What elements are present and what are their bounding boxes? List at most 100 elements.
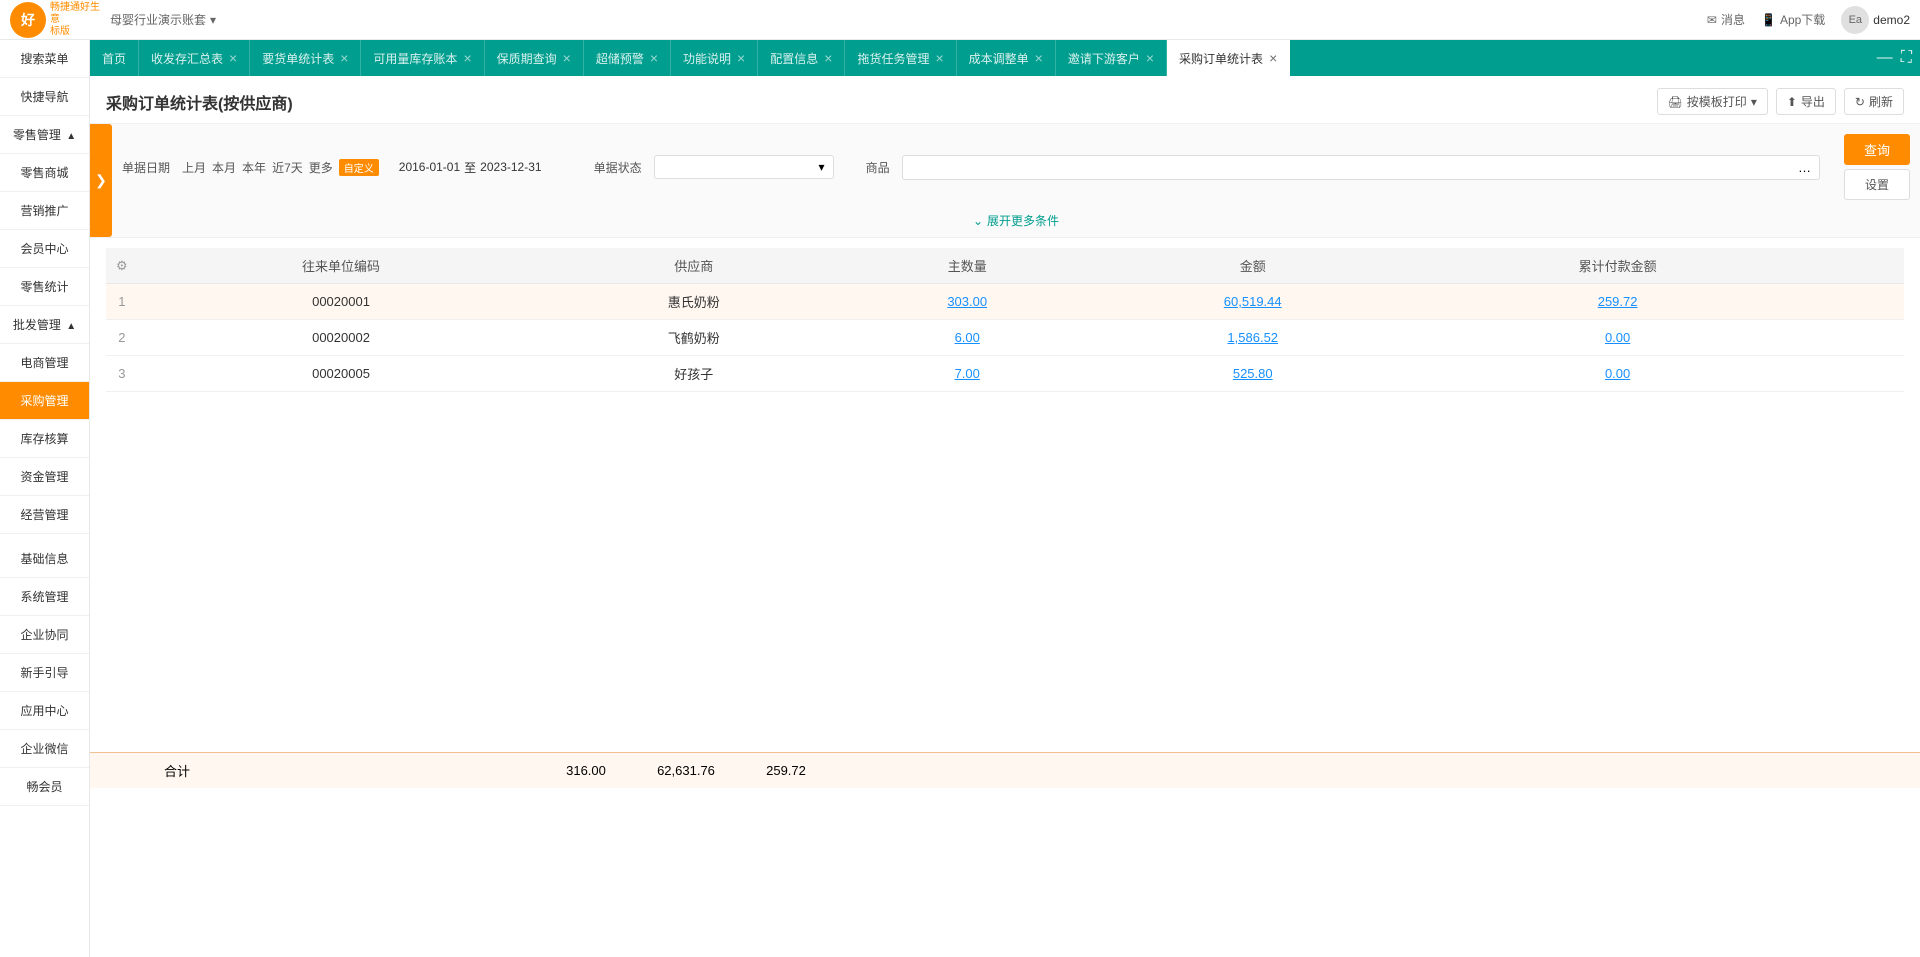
- tab-minimize-btn[interactable]: —: [1877, 49, 1893, 67]
- filter-expand-row: ⌄ 展开更多条件: [122, 208, 1910, 233]
- th-checkbox: ⚙: [106, 248, 138, 284]
- tab-close-yaoqing[interactable]: ×: [1146, 50, 1154, 66]
- sidebar-item-base[interactable]: 基础信息: [0, 540, 89, 578]
- sidebar: 搜索菜单 快捷导航 零售管理 ▲ 零售商城 营销推广 会员中心 零售统计 批发管…: [0, 40, 90, 957]
- custom-badge: 自定义: [339, 159, 379, 176]
- sidebar-item-retail-stats[interactable]: 零售统计: [0, 268, 89, 306]
- table-footer: 合计 316.00 62,631.76 259.72: [90, 752, 1920, 788]
- message-btn[interactable]: ✉ 消息: [1707, 11, 1745, 28]
- sidebar-item-finance[interactable]: 资金管理: [0, 458, 89, 496]
- tab-yaohuo[interactable]: 要货单统计表×: [250, 40, 361, 76]
- td-num: 1: [106, 284, 138, 320]
- workspace-select[interactable]: 母婴行业演示账套 ▾: [110, 11, 220, 28]
- settings-button[interactable]: 设置: [1844, 169, 1910, 200]
- tab-close-yaohuo[interactable]: ×: [340, 50, 348, 66]
- tab-close-chaochuyujing[interactable]: ×: [650, 50, 658, 66]
- sidebar-item-operations[interactable]: 经营管理: [0, 496, 89, 534]
- th-amount: 金额: [1091, 248, 1414, 284]
- sidebar-item-vip[interactable]: 畅会员: [0, 768, 89, 806]
- print-button[interactable]: 🖨 按模板打印 ▾: [1657, 88, 1768, 115]
- table-row: 1 00020001 惠氏奶粉 303.00 60,519.44 259.72: [106, 284, 1904, 320]
- tab-shoufa[interactable]: 收发存汇总表×: [139, 40, 250, 76]
- tab-close-caigou[interactable]: ×: [1269, 50, 1277, 66]
- page-content: 采购订单统计表(按供应商) 🖨 按模板打印 ▾ ⬆ 导出 ↻: [90, 76, 1920, 957]
- td-paid: 259.72: [1414, 284, 1821, 320]
- user-area[interactable]: Ea demo2: [1841, 6, 1910, 34]
- tab-close-gongneng[interactable]: ×: [737, 50, 745, 66]
- sidebar-item-purchase[interactable]: 采购管理: [0, 382, 89, 420]
- query-button[interactable]: 查询: [1844, 134, 1910, 165]
- export-button[interactable]: ⬆ 导出: [1776, 88, 1836, 115]
- table-row: 2 00020002 飞鹤奶粉 6.00 1,586.52 0.00: [106, 320, 1904, 356]
- shortcut-7days[interactable]: 近7天: [272, 159, 303, 176]
- tab-home[interactable]: 首页: [90, 40, 139, 76]
- export-icon: ⬆: [1787, 95, 1797, 109]
- sidebar-item-search[interactable]: 搜索菜单: [0, 40, 89, 78]
- sidebar-item-inventory[interactable]: 库存核算: [0, 420, 89, 458]
- tab-maximize-btn[interactable]: ⛶: [1901, 49, 1912, 67]
- tab-bar: 首页 收发存汇总表× 要货单统计表× 可用量库存账本× 保质期查询× 超储预警×…: [90, 40, 1920, 76]
- main-area: 搜索菜单 快捷导航 零售管理 ▲ 零售商城 营销推广 会员中心 零售统计 批发管…: [0, 40, 1920, 957]
- app-download-btn[interactable]: 📱 App下载: [1761, 11, 1825, 28]
- td-num: 3: [106, 356, 138, 392]
- shortcut-last-month[interactable]: 上月: [182, 159, 206, 176]
- top-bar: 好 畅捷通好生意 标版 母婴行业演示账套 ▾ ✉ 消息 📱 App下载 Ea d…: [0, 0, 1920, 40]
- tab-close-tuohuo[interactable]: ×: [935, 50, 943, 66]
- sidebar-item-enterprise[interactable]: 企业协同: [0, 616, 89, 654]
- sidebar-item-appcenter[interactable]: 应用中心: [0, 692, 89, 730]
- sidebar-item-member[interactable]: 会员中心: [0, 230, 89, 268]
- tab-peizhi[interactable]: 配置信息×: [758, 40, 845, 76]
- shortcut-more[interactable]: 更多: [309, 159, 333, 176]
- tab-caigou[interactable]: 采购订单统计表×: [1167, 40, 1290, 76]
- column-settings-icon[interactable]: ⚙: [116, 258, 128, 273]
- tab-tuohuo[interactable]: 拖货任务管理×: [845, 40, 956, 76]
- content-spacer: [90, 402, 1920, 752]
- message-icon: ✉: [1707, 13, 1717, 27]
- table-body: 1 00020001 惠氏奶粉 303.00 60,519.44 259.72 …: [106, 284, 1904, 392]
- date-range: 2016-01-01 至 2023-12-31: [399, 159, 542, 176]
- tab-chaochuyujing[interactable]: 超储预警×: [584, 40, 671, 76]
- tab-yaoqing[interactable]: 邀请下游客户×: [1056, 40, 1167, 76]
- tab-close-keyongliang[interactable]: ×: [463, 50, 471, 66]
- tab-chengben[interactable]: 成本调整单×: [957, 40, 1056, 76]
- sidebar-item-marketing[interactable]: 营销推广: [0, 192, 89, 230]
- tab-close-baozhiqi[interactable]: ×: [563, 50, 571, 66]
- shortcut-this-month[interactable]: 本月: [212, 159, 236, 176]
- footer-label: 合计: [164, 761, 316, 780]
- td-amount: 60,519.44: [1091, 284, 1414, 320]
- sidebar-item-wholesale[interactable]: 批发管理 ▲: [0, 306, 89, 344]
- page-actions: 🖨 按模板打印 ▾ ⬆ 导出 ↻ 刷新: [1657, 88, 1904, 115]
- sidebar-item-wechat[interactable]: 企业微信: [0, 730, 89, 768]
- td-paid: 0.00: [1414, 356, 1821, 392]
- td-amount: 525.80: [1091, 356, 1414, 392]
- sidebar-item-ecommerce[interactable]: 电商管理: [0, 344, 89, 382]
- filter-toggle-btn[interactable]: ❯: [90, 124, 112, 237]
- chevron-down-icon: ⌄: [973, 214, 983, 228]
- td-qty: 6.00: [843, 320, 1091, 356]
- sidebar-item-retail-mall[interactable]: 零售商城: [0, 154, 89, 192]
- filter-container: ❯ 单据日期 上月 本月 本年 近7天 更多 自定义: [90, 124, 1920, 238]
- expand-more-btn[interactable]: ⌄ 展开更多条件: [973, 212, 1059, 229]
- td-qty: 7.00: [843, 356, 1091, 392]
- footer-qty-val: 316.00: [536, 763, 636, 778]
- top-bar-right: ✉ 消息 📱 App下载 Ea demo2: [1707, 6, 1910, 34]
- sidebar-item-shortcuts[interactable]: 快捷导航: [0, 78, 89, 116]
- td-code: 00020005: [138, 356, 545, 392]
- refresh-button[interactable]: ↻ 刷新: [1844, 88, 1904, 115]
- tab-baozhiqi[interactable]: 保质期查询×: [485, 40, 584, 76]
- sidebar-item-system[interactable]: 系统管理: [0, 578, 89, 616]
- expand-arrow: ▲: [66, 131, 76, 142]
- table-area: ⚙ 往来单位编码 供应商 主数量 金额 累计付款金额: [90, 238, 1920, 402]
- tab-close-shoufa[interactable]: ×: [229, 50, 237, 66]
- tab-close-peizhi[interactable]: ×: [824, 50, 832, 66]
- status-select[interactable]: ▾: [654, 155, 834, 179]
- sidebar-item-guide[interactable]: 新手引导: [0, 654, 89, 692]
- tab-keyongliang[interactable]: 可用量库存账本×: [361, 40, 484, 76]
- shortcut-this-year[interactable]: 本年: [242, 159, 266, 176]
- goods-input[interactable]: …: [902, 155, 1820, 180]
- td-qty: 303.00: [843, 284, 1091, 320]
- app-container: 好 畅捷通好生意 标版 母婴行业演示账套 ▾ ✉ 消息 📱 App下载 Ea d…: [0, 0, 1920, 957]
- sidebar-item-retail[interactable]: 零售管理 ▲: [0, 116, 89, 154]
- tab-gongneng[interactable]: 功能说明×: [671, 40, 758, 76]
- tab-close-chengben[interactable]: ×: [1035, 50, 1043, 66]
